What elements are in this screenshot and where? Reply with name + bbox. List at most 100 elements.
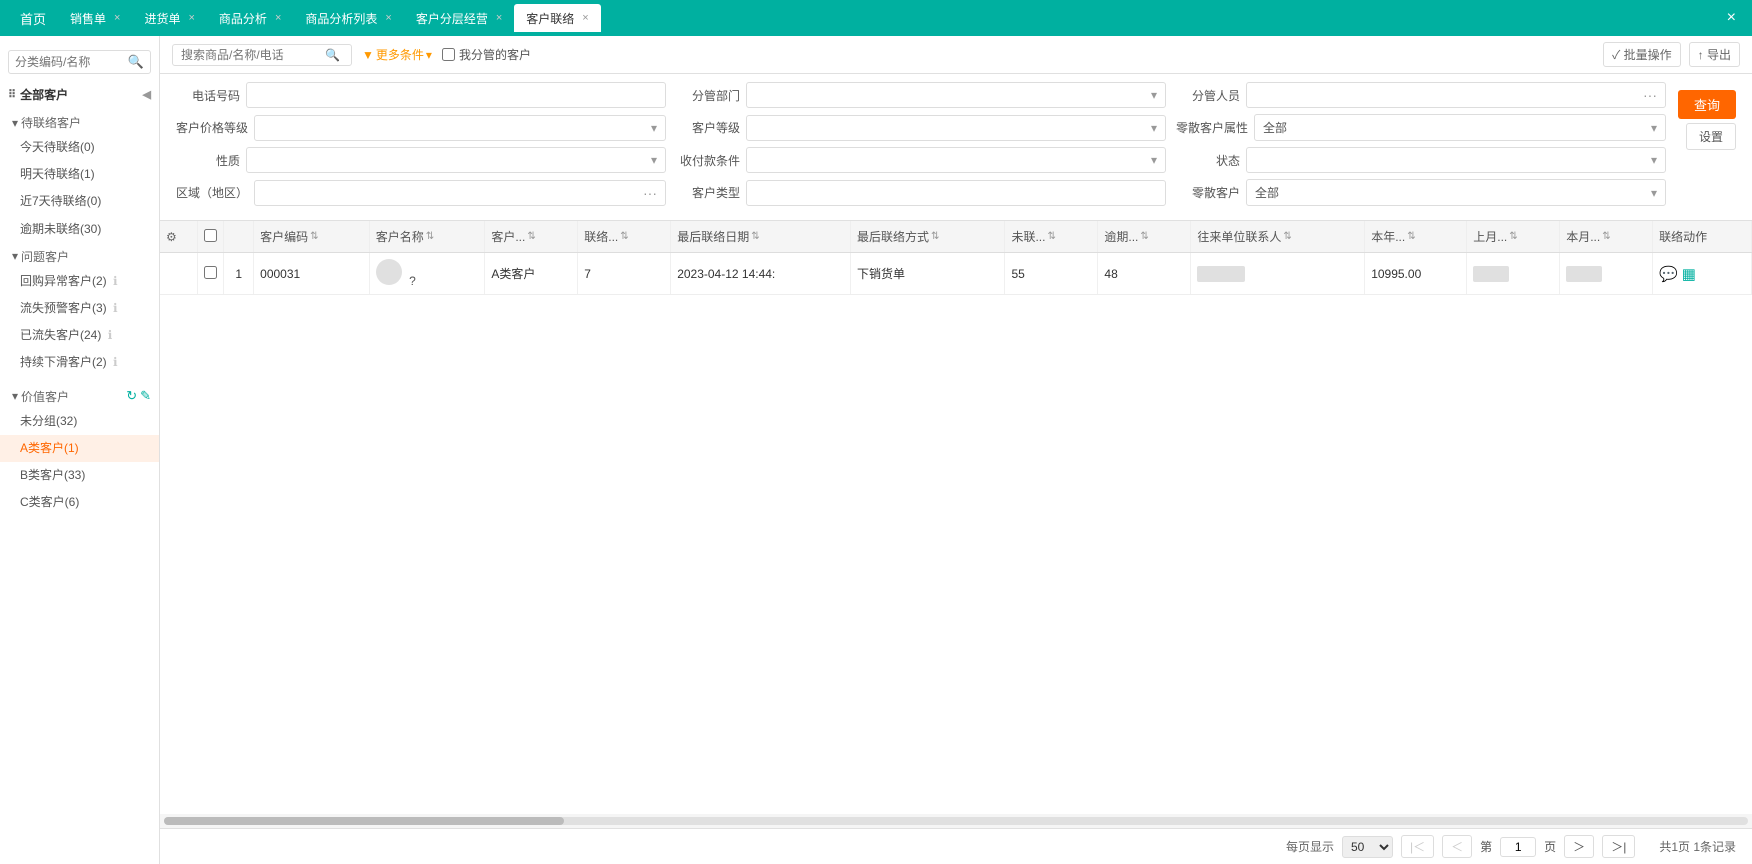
sort-icon-name[interactable]: ⇅ xyxy=(426,231,434,242)
payment-arrow: ▾ xyxy=(1151,153,1157,167)
th-no xyxy=(224,221,254,253)
per-page-select[interactable]: 50 100 200 xyxy=(1342,836,1393,858)
problem-customer-group[interactable]: ▾ 问题客户 xyxy=(0,243,159,268)
close-analysis-tab[interactable]: × xyxy=(275,12,281,24)
sort-icon-this-month[interactable]: ⇅ xyxy=(1602,231,1610,242)
batch-op-btn[interactable]: ✓ 批量操作 xyxy=(1603,42,1681,67)
close-customer-contact-tab[interactable]: × xyxy=(582,12,588,24)
value-customer-icons: ↻ ✎ xyxy=(126,388,151,404)
prev-page-btn[interactable]: ＜ xyxy=(1442,835,1472,858)
my-customers-check[interactable] xyxy=(442,48,455,61)
nav-tab-sales[interactable]: 销售单 × xyxy=(58,4,132,32)
th-last-month: 上月... ⇅ xyxy=(1467,221,1560,253)
sort-icon-no-contact[interactable]: ⇅ xyxy=(1047,231,1055,242)
close-analysis-list-tab[interactable]: × xyxy=(385,12,391,24)
nav-tab-customer-tier[interactable]: 客户分层经营 × xyxy=(404,4,514,32)
row-checkbox[interactable] xyxy=(204,266,217,279)
manager-input[interactable]: ··· xyxy=(1246,82,1666,108)
close-sales-tab[interactable]: × xyxy=(114,12,120,24)
sort-icon-last-month[interactable]: ⇅ xyxy=(1509,231,1517,242)
sort-icon-this-year[interactable]: ⇅ xyxy=(1407,231,1415,242)
per-page-label: 每页显示 xyxy=(1286,838,1334,855)
table-settings-icon[interactable]: ⚙ xyxy=(166,230,177,244)
filter-more-btn[interactable]: ▼ 更多条件 ▾ xyxy=(362,46,432,63)
sort-icon-contact[interactable]: ⇅ xyxy=(620,231,628,242)
sidebar-collapse-btn[interactable]: ◀ xyxy=(143,88,151,101)
close-purchase-tab[interactable]: × xyxy=(188,12,194,24)
retail-customer-select[interactable]: 全部 ▾ xyxy=(1246,179,1666,206)
sidebar-item-declining[interactable]: 持续下滑客户(2) ℹ xyxy=(0,349,159,376)
nav-tab-purchase[interactable]: 进货单 × xyxy=(132,4,206,32)
retail-attr-label: 零散客户属性 xyxy=(1176,119,1248,136)
sidebar-item-b-class[interactable]: B类客户(33) xyxy=(0,462,159,489)
row-checkbox-cell xyxy=(198,253,224,295)
last-page-btn[interactable]: ＞| xyxy=(1602,835,1635,858)
batch-icon: ✓ xyxy=(1612,48,1620,62)
sidebar-item-churned[interactable]: 已流失客户(24) ℹ xyxy=(0,322,159,349)
chat-icon[interactable]: 💬 xyxy=(1659,265,1678,283)
edit-icon[interactable]: ✎ xyxy=(140,388,151,404)
th-this-year: 本年... ⇅ xyxy=(1365,221,1467,253)
payment-select[interactable]: ▾ xyxy=(746,147,1166,173)
customer-grade-select[interactable]: ▾ xyxy=(746,115,1166,141)
qr-icon[interactable]: ▦ xyxy=(1682,265,1696,283)
sidebar-item-tomorrow[interactable]: 明天待联络(1) xyxy=(0,161,159,188)
filter-search-input[interactable] xyxy=(181,48,321,62)
export-btn[interactable]: ↑ 导出 xyxy=(1689,42,1740,67)
nav-tab-customer-contact[interactable]: 客户联络 × xyxy=(514,4,600,32)
sidebar-item-abnormal-repurchase[interactable]: 回购异常客户(2) ℹ xyxy=(0,268,159,295)
page-input[interactable] xyxy=(1500,837,1536,857)
payment-label: 收付款条件 xyxy=(676,152,740,169)
table-area: ⚙ 客户编码 ⇅ xyxy=(160,221,1752,814)
next-page-btn[interactable]: ＞ xyxy=(1564,835,1594,858)
sidebar-item-churn-warning[interactable]: 流失预警客户(3) ℹ xyxy=(0,295,159,322)
sidebar-search-box[interactable]: 🔍 xyxy=(8,50,151,74)
query-btn[interactable]: 查询 xyxy=(1678,90,1736,119)
settings-btn[interactable]: 设置 xyxy=(1686,123,1736,150)
close-customer-tier-tab[interactable]: × xyxy=(496,12,502,24)
sidebar-search-input[interactable] xyxy=(15,55,128,69)
status-select[interactable]: ▾ xyxy=(1246,147,1666,173)
th-name: 客户名称 ⇅ xyxy=(369,221,485,253)
filter-search-icon: 🔍 xyxy=(325,48,340,62)
dept-select[interactable]: ▾ xyxy=(746,82,1166,108)
nav-tab-analysis-list[interactable]: 商品分析列表 × xyxy=(293,4,403,32)
sidebar-item-7days[interactable]: 近7天待联络(0) xyxy=(0,188,159,215)
row-last-month-cell xyxy=(1467,253,1560,295)
refresh-icon[interactable]: ↻ xyxy=(126,388,137,404)
chevron-down-icon: ▾ xyxy=(12,116,18,130)
customer-type-input[interactable] xyxy=(746,180,1166,206)
sidebar-item-a-class[interactable]: A类客户(1) xyxy=(0,435,159,462)
sidebar-item-c-class[interactable]: C类客户(6) xyxy=(0,489,159,516)
region-field: 区域（地区） ··· xyxy=(176,180,666,206)
scrollbar-thumb[interactable] xyxy=(164,817,564,825)
sidebar-all-customers[interactable]: ⠿ 全部客户 ◀ xyxy=(0,80,159,109)
filter-search-box[interactable]: 🔍 xyxy=(172,44,352,66)
first-page-btn[interactable]: |＜ xyxy=(1401,835,1434,858)
price-grade-select[interactable]: ▾ xyxy=(254,115,666,141)
nav-tab-analysis[interactable]: 商品分析 × xyxy=(207,4,293,32)
sidebar-item-overdue[interactable]: 逾期未联络(30) xyxy=(0,216,159,243)
select-all-checkbox[interactable] xyxy=(204,229,217,242)
nav-home[interactable]: 首页 xyxy=(8,9,58,28)
last-way-link[interactable]: 下销货单 xyxy=(857,267,905,281)
nature-select[interactable]: ▾ xyxy=(246,147,666,173)
phone-input[interactable] xyxy=(246,82,666,108)
close-all-btn[interactable]: × xyxy=(1719,9,1744,27)
sidebar-item-unclassified[interactable]: 未分组(32) xyxy=(0,408,159,435)
sort-icon-overdue[interactable]: ⇅ xyxy=(1140,231,1148,242)
sidebar-item-today[interactable]: 今天待联络(0) xyxy=(0,134,159,161)
region-input[interactable]: ··· xyxy=(254,180,666,206)
sort-icon-last-way[interactable]: ⇅ xyxy=(931,231,939,242)
value-customer-group[interactable]: ▾ 价值客户 ↻ ✎ xyxy=(0,383,159,408)
status-label: 状态 xyxy=(1176,152,1240,169)
sort-icon-last-date[interactable]: ⇅ xyxy=(751,231,759,242)
retail-attr-select[interactable]: 全部 ▾ xyxy=(1254,114,1666,141)
pending-contact-group[interactable]: ▾ 待联络客户 xyxy=(0,109,159,134)
sort-icon-type[interactable]: ⇅ xyxy=(527,231,535,242)
row-code-cell: 000031 xyxy=(254,253,370,295)
sort-icon-code[interactable]: ⇅ xyxy=(310,231,318,242)
sort-icon-unit-contact[interactable]: ⇅ xyxy=(1283,231,1291,242)
my-customers-checkbox[interactable]: 我分管的客户 xyxy=(442,46,531,63)
region-dots: ··· xyxy=(643,185,657,201)
